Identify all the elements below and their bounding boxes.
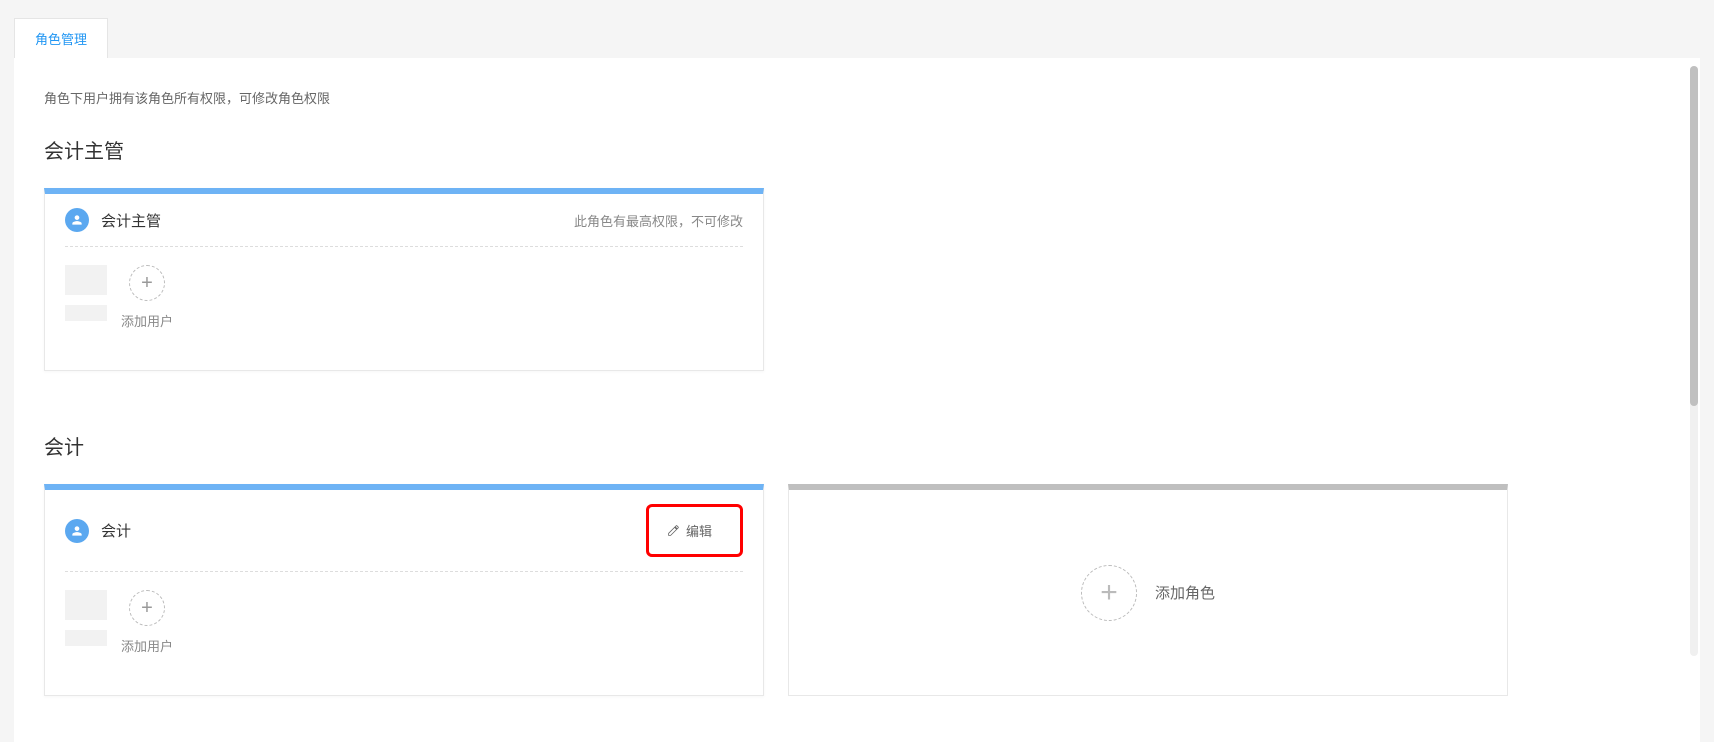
content-area: 角色下用户拥有该角色所有权限，可修改角色权限 会计主管 会计主管 此角色有最高权… bbox=[14, 58, 1700, 742]
add-role-label: 添加角色 bbox=[1155, 582, 1215, 603]
user-avatar-placeholder bbox=[65, 265, 107, 321]
section-title-supervisor: 会计主管 bbox=[44, 135, 1670, 164]
placeholder-block bbox=[65, 630, 107, 646]
card-body: + 添加用户 bbox=[45, 247, 763, 370]
plus-icon: + bbox=[1081, 565, 1137, 621]
section-title-accountant: 会计 bbox=[44, 431, 1670, 460]
role-person-icon bbox=[65, 519, 89, 543]
highlight-annotation: 编辑 bbox=[646, 504, 743, 557]
role-person-icon bbox=[65, 208, 89, 232]
role-card-accountant: 会计 编辑 bbox=[44, 484, 764, 696]
edit-icon bbox=[667, 524, 680, 537]
placeholder-block bbox=[65, 305, 107, 321]
role-name: 会计主管 bbox=[101, 210, 161, 231]
add-role-inner: + 添加角色 bbox=[1081, 565, 1215, 621]
cards-row: 会计 编辑 bbox=[44, 484, 1670, 696]
card-header: 会计主管 此角色有最高权限，不可修改 bbox=[65, 194, 743, 247]
edit-label: 编辑 bbox=[686, 521, 712, 540]
card-body: + 添加用户 bbox=[45, 572, 763, 695]
scrollbar-thumb[interactable] bbox=[1690, 66, 1698, 406]
role-note: 此角色有最高权限，不可修改 bbox=[574, 211, 743, 230]
page-description: 角色下用户拥有该角色所有权限，可修改角色权限 bbox=[44, 88, 1670, 107]
placeholder-block bbox=[65, 590, 107, 620]
add-user-button[interactable]: + 添加用户 bbox=[121, 265, 173, 330]
add-role-card[interactable]: + 添加角色 bbox=[788, 484, 1508, 696]
plus-icon: + bbox=[129, 265, 165, 301]
plus-icon: + bbox=[129, 590, 165, 626]
placeholder-block bbox=[65, 265, 107, 295]
cards-row: 会计主管 此角色有最高权限，不可修改 + 添加用户 bbox=[44, 188, 1670, 371]
tabs-bar: 角色管理 bbox=[14, 0, 1700, 58]
add-user-label: 添加用户 bbox=[121, 311, 173, 330]
tab-role-management[interactable]: 角色管理 bbox=[14, 18, 108, 58]
edit-button[interactable]: 编辑 bbox=[667, 521, 712, 540]
scrollbar[interactable] bbox=[1690, 66, 1698, 656]
card-header: 会计 编辑 bbox=[65, 490, 743, 572]
user-avatar-placeholder bbox=[65, 590, 107, 646]
role-name: 会计 bbox=[101, 520, 131, 541]
add-user-label: 添加用户 bbox=[121, 636, 173, 655]
role-card-supervisor: 会计主管 此角色有最高权限，不可修改 + 添加用户 bbox=[44, 188, 764, 371]
card-header-left: 会计主管 bbox=[65, 208, 161, 232]
add-user-button[interactable]: + 添加用户 bbox=[121, 590, 173, 655]
card-header-left: 会计 bbox=[65, 519, 131, 543]
